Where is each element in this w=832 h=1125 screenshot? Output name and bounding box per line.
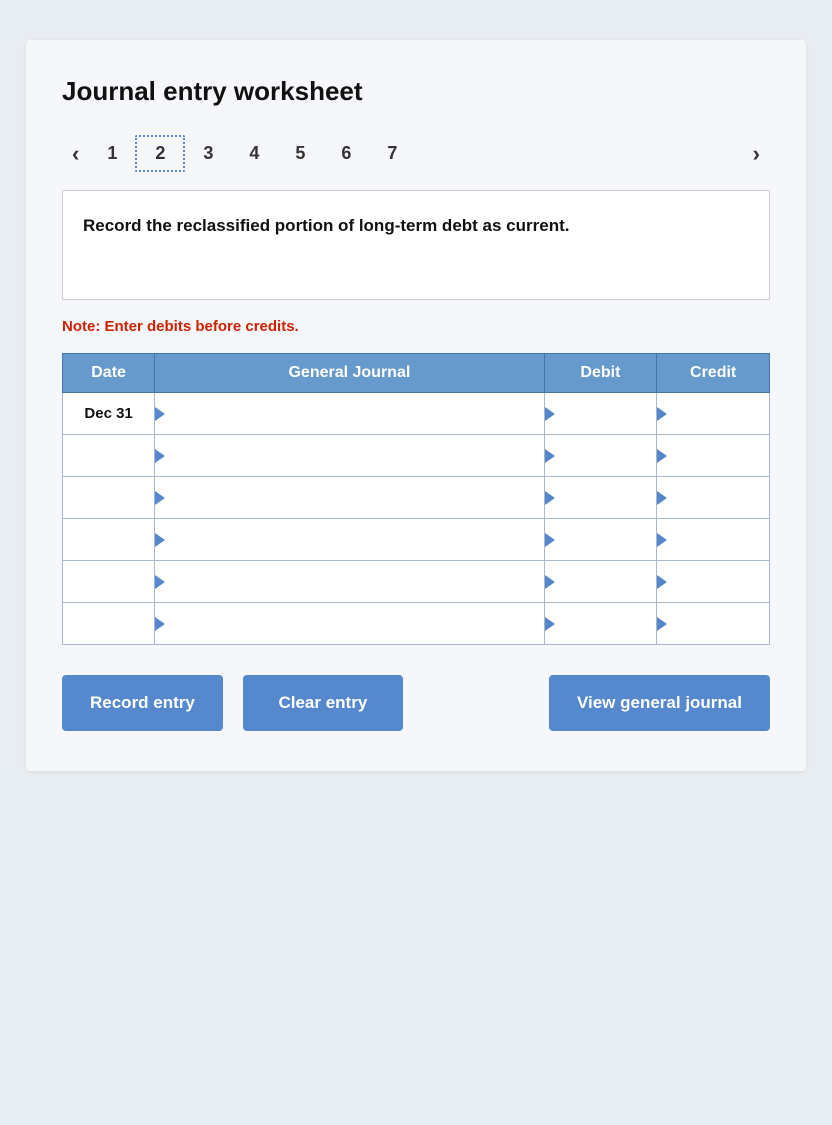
debit-cell-4[interactable]: [544, 519, 657, 561]
clear-entry-button[interactable]: Clear entry: [243, 675, 403, 731]
debit-input-3[interactable]: [545, 477, 657, 518]
credit-cell-2[interactable]: [657, 435, 770, 477]
debit-input-4[interactable]: [545, 519, 657, 560]
gj-cell-1[interactable]: [155, 393, 544, 435]
page-num-7[interactable]: 7: [369, 137, 415, 170]
debit-cell-3[interactable]: [544, 477, 657, 519]
note-text: Note: Enter debits before credits.: [62, 318, 770, 335]
gj-cell-4[interactable]: [155, 519, 544, 561]
debit-cell-2[interactable]: [544, 435, 657, 477]
gj-input-3[interactable]: [155, 477, 543, 518]
credit-input-6[interactable]: [657, 603, 769, 644]
page-num-4[interactable]: 4: [231, 137, 277, 170]
tri-debit-3: [545, 491, 555, 505]
tri-debit-5: [545, 575, 555, 589]
credit-cell-4[interactable]: [657, 519, 770, 561]
tri-gj-3: [155, 491, 165, 505]
tri-gj-2: [155, 449, 165, 463]
journal-table: Date General Journal Debit Credit Dec 31: [62, 353, 770, 645]
tri-credit-6: [657, 617, 667, 631]
debit-input-5[interactable]: [545, 561, 657, 602]
tri-debit-1: [545, 407, 555, 421]
gj-input-2[interactable]: [155, 435, 543, 476]
page-title: Journal entry worksheet: [62, 76, 770, 107]
credit-cell-3[interactable]: [657, 477, 770, 519]
tri-credit-4: [657, 533, 667, 547]
table-row: [63, 519, 770, 561]
date-cell-6: [63, 603, 155, 645]
date-cell-1: Dec 31: [63, 393, 155, 435]
date-cell-3: [63, 477, 155, 519]
debit-input-6[interactable]: [545, 603, 657, 644]
gj-cell-2[interactable]: [155, 435, 544, 477]
gj-cell-3[interactable]: [155, 477, 544, 519]
credit-input-3[interactable]: [657, 477, 769, 518]
instruction-text: Record the reclassified portion of long-…: [83, 213, 749, 239]
prev-arrow[interactable]: ‹: [62, 137, 89, 171]
tri-debit-4: [545, 533, 555, 547]
gj-input-4[interactable]: [155, 519, 543, 560]
gj-input-5[interactable]: [155, 561, 543, 602]
credit-input-2[interactable]: [657, 435, 769, 476]
next-arrow[interactable]: ›: [743, 137, 770, 171]
gj-cell-5[interactable]: [155, 561, 544, 603]
credit-input-5[interactable]: [657, 561, 769, 602]
credit-cell-6[interactable]: [657, 603, 770, 645]
table-row: [63, 603, 770, 645]
debit-cell-1[interactable]: [544, 393, 657, 435]
tri-credit-1: [657, 407, 667, 421]
pagination: ‹ 1 2 3 4 5 6 7 ›: [62, 135, 770, 172]
table-row: [63, 561, 770, 603]
view-journal-button[interactable]: View general journal: [549, 675, 770, 731]
credit-input-1[interactable]: [657, 393, 769, 434]
debit-input-2[interactable]: [545, 435, 657, 476]
page-num-2[interactable]: 2: [135, 135, 185, 172]
tri-gj-4: [155, 533, 165, 547]
col-header-gj: General Journal: [155, 354, 544, 393]
page-num-3[interactable]: 3: [185, 137, 231, 170]
credit-input-4[interactable]: [657, 519, 769, 560]
tri-gj-6: [155, 617, 165, 631]
date-cell-4: [63, 519, 155, 561]
credit-cell-5[interactable]: [657, 561, 770, 603]
page-num-5[interactable]: 5: [277, 137, 323, 170]
col-header-credit: Credit: [657, 354, 770, 393]
tri-gj-5: [155, 575, 165, 589]
table-row: Dec 31: [63, 393, 770, 435]
tri-credit-2: [657, 449, 667, 463]
table-row: [63, 435, 770, 477]
tri-debit-6: [545, 617, 555, 631]
page-num-1[interactable]: 1: [89, 137, 135, 170]
record-entry-button[interactable]: Record entry: [62, 675, 223, 731]
col-header-debit: Debit: [544, 354, 657, 393]
main-container: Journal entry worksheet ‹ 1 2 3 4 5 6 7 …: [26, 40, 806, 771]
date-cell-2: [63, 435, 155, 477]
page-num-6[interactable]: 6: [323, 137, 369, 170]
tri-credit-5: [657, 575, 667, 589]
debit-input-1[interactable]: [545, 393, 657, 434]
date-cell-5: [63, 561, 155, 603]
credit-cell-1[interactable]: [657, 393, 770, 435]
tri-debit-2: [545, 449, 555, 463]
instruction-box: Record the reclassified portion of long-…: [62, 190, 770, 300]
gj-input-1[interactable]: [155, 393, 543, 434]
tri-indicator: [155, 407, 165, 421]
button-row: Record entry Clear entry View general jo…: [62, 675, 770, 731]
gj-input-6[interactable]: [155, 603, 543, 644]
debit-cell-5[interactable]: [544, 561, 657, 603]
tri-credit-3: [657, 491, 667, 505]
col-header-date: Date: [63, 354, 155, 393]
table-row: [63, 477, 770, 519]
gj-cell-6[interactable]: [155, 603, 544, 645]
debit-cell-6[interactable]: [544, 603, 657, 645]
